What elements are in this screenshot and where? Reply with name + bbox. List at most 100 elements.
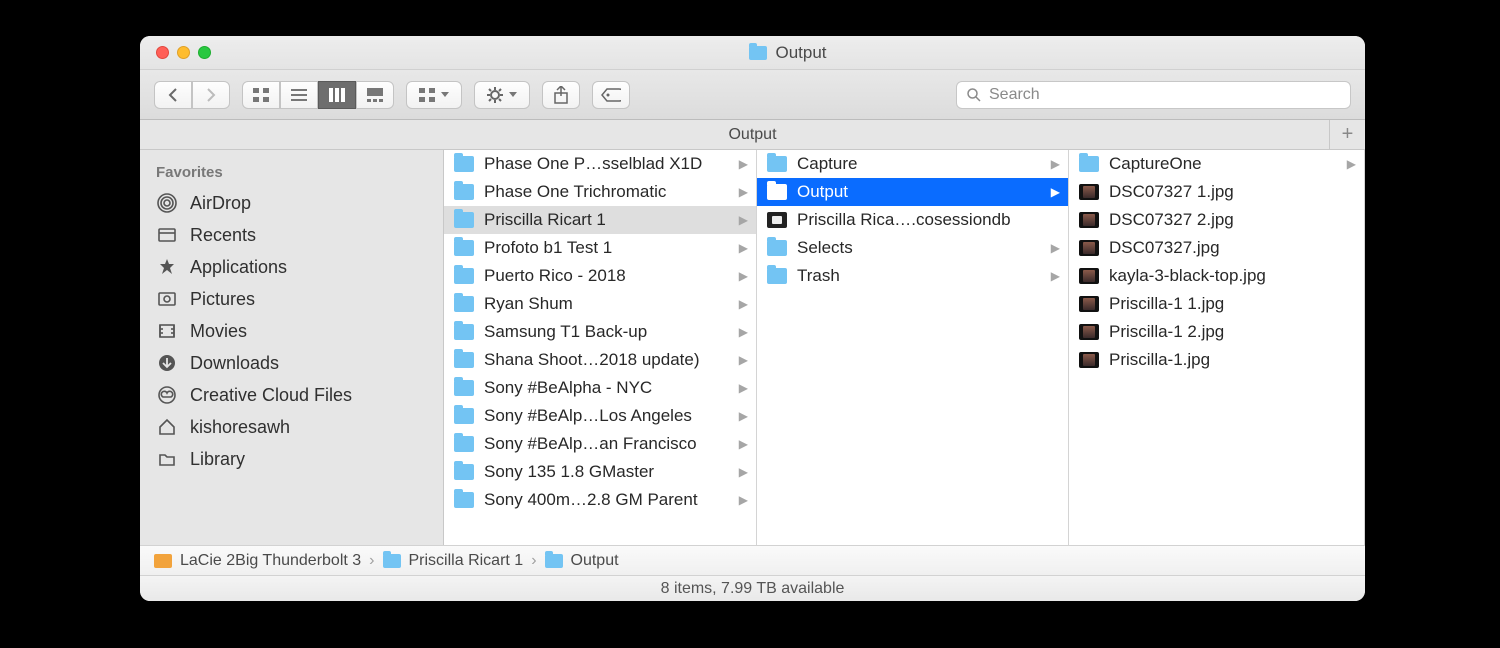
file-row[interactable]: DSC07327.jpg <box>1069 234 1364 262</box>
library-icon <box>156 448 178 470</box>
columns-icon <box>329 88 345 102</box>
image-icon <box>1079 212 1099 228</box>
folder-row[interactable]: Output▶ <box>757 178 1068 206</box>
airdrop-icon <box>156 192 178 214</box>
folder-row[interactable]: Sony 135 1.8 GMaster▶ <box>444 458 756 486</box>
folder-icon <box>454 492 474 508</box>
grid-icon <box>253 88 269 102</box>
action-button[interactable] <box>474 81 530 109</box>
folder-row[interactable]: Samsung T1 Back-up▶ <box>444 318 756 346</box>
tab-output[interactable]: Output <box>140 126 1365 144</box>
column-2[interactable]: Capture▶Output▶Priscilla Rica….cosession… <box>757 150 1069 545</box>
sidebar-item-label: Library <box>190 449 245 470</box>
file-row[interactable]: Priscilla-1.jpg <box>1069 346 1364 374</box>
drive-icon <box>154 554 172 568</box>
sidebar-item-library[interactable]: Library <box>140 443 443 475</box>
image-icon <box>1079 324 1099 340</box>
sidebar-item-pictures[interactable]: Pictures <box>140 283 443 315</box>
sidebar-item-airdrop[interactable]: AirDrop <box>140 187 443 219</box>
folder-icon <box>767 184 787 200</box>
image-icon <box>1079 240 1099 256</box>
folder-row[interactable]: Sony #BeAlpha - NYC▶ <box>444 374 756 402</box>
folder-icon <box>767 240 787 256</box>
chevron-right-icon: ▶ <box>739 353 748 367</box>
folder-row[interactable]: Ryan Shum▶ <box>444 290 756 318</box>
sidebar-item-applications[interactable]: Applications <box>140 251 443 283</box>
item-name: Capture <box>797 154 1041 174</box>
folder-row[interactable]: Priscilla Ricart 1▶ <box>444 206 756 234</box>
view-list-button[interactable] <box>280 81 318 109</box>
item-name: Puerto Rico - 2018 <box>484 266 729 286</box>
maximize-button[interactable] <box>198 46 211 59</box>
folder-row[interactable]: Sony #BeAlp…an Francisco▶ <box>444 430 756 458</box>
new-tab-button[interactable]: + <box>1329 120 1365 149</box>
item-name: Phase One Trichromatic <box>484 182 729 202</box>
window-title: Output <box>775 43 826 63</box>
toolbar: Search <box>140 70 1365 120</box>
minimize-button[interactable] <box>177 46 190 59</box>
list-icon <box>291 89 307 101</box>
file-row[interactable]: DSC07327 2.jpg <box>1069 206 1364 234</box>
path-segment[interactable]: Priscilla Ricart 1 <box>409 552 524 570</box>
path-segment[interactable]: LaCie 2Big Thunderbolt 3 <box>180 552 361 570</box>
folder-row[interactable]: Sony 400m…2.8 GM Parent▶ <box>444 486 756 514</box>
item-name: DSC07327 2.jpg <box>1109 210 1356 230</box>
item-name: kayla-3-black-top.jpg <box>1109 266 1356 286</box>
path-separator: › <box>369 552 374 570</box>
sidebar-item-label: Downloads <box>190 353 279 374</box>
item-name: Shana Shoot…2018 update) <box>484 350 729 370</box>
view-gallery-button[interactable] <box>356 81 394 109</box>
file-row[interactable]: Priscilla Rica….cosessiondb <box>757 206 1068 234</box>
chevron-down-icon <box>509 92 517 98</box>
item-name: Output <box>797 182 1041 202</box>
search-icon <box>967 88 981 102</box>
sidebar-item-creative-cloud[interactable]: Creative Cloud Files <box>140 379 443 411</box>
file-row[interactable]: kayla-3-black-top.jpg <box>1069 262 1364 290</box>
tags-button[interactable] <box>592 81 630 109</box>
chevron-right-icon: ▶ <box>739 269 748 283</box>
back-button[interactable] <box>154 81 192 109</box>
item-name: Sony 135 1.8 GMaster <box>484 462 729 482</box>
file-row[interactable]: Priscilla-1 1.jpg <box>1069 290 1364 318</box>
sidebar-item-movies[interactable]: Movies <box>140 315 443 347</box>
file-row[interactable]: DSC07327 1.jpg <box>1069 178 1364 206</box>
downloads-icon <box>156 352 178 374</box>
chevron-right-icon: ▶ <box>739 381 748 395</box>
file-row[interactable]: Priscilla-1 2.jpg <box>1069 318 1364 346</box>
folder-icon <box>454 184 474 200</box>
folder-row[interactable]: Sony #BeAlp…Los Angeles▶ <box>444 402 756 430</box>
column-1[interactable]: Phase One P…sselblad X1D▶Phase One Trich… <box>444 150 757 545</box>
column-3[interactable]: CaptureOne▶DSC07327 1.jpg DSC07327 2.jpg D… <box>1069 150 1365 545</box>
sidebar-item-recents[interactable]: Recents <box>140 219 443 251</box>
forward-button[interactable] <box>192 81 230 109</box>
status-bar: 8 items, 7.99 TB available <box>140 575 1365 601</box>
sidebar-item-label: Applications <box>190 257 287 278</box>
share-button[interactable] <box>542 81 580 109</box>
chevron-right-icon: ▶ <box>1347 157 1356 171</box>
folder-row[interactable]: CaptureOne▶ <box>1069 150 1364 178</box>
close-button[interactable] <box>156 46 169 59</box>
arrange-button[interactable] <box>406 81 462 109</box>
folder-row[interactable]: Capture▶ <box>757 150 1068 178</box>
folder-icon <box>767 268 787 284</box>
item-name: Samsung T1 Back-up <box>484 322 729 342</box>
folder-row[interactable]: Shana Shoot…2018 update) ▶ <box>444 346 756 374</box>
folder-icon <box>454 156 474 172</box>
search-input[interactable]: Search <box>956 81 1351 109</box>
item-name: Priscilla Ricart 1 <box>484 210 729 230</box>
sidebar-item-downloads[interactable]: Downloads <box>140 347 443 379</box>
folder-row[interactable]: Puerto Rico - 2018 ▶ <box>444 262 756 290</box>
view-column-button[interactable] <box>318 81 356 109</box>
status-text: 8 items, 7.99 TB available <box>661 580 845 598</box>
folder-row[interactable]: Phase One Trichromatic▶ <box>444 178 756 206</box>
folder-row[interactable]: Profoto b1 Test 1▶ <box>444 234 756 262</box>
folder-row[interactable]: Trash▶ <box>757 262 1068 290</box>
sidebar-item-home[interactable]: kishoresawh <box>140 411 443 443</box>
chevron-right-icon: ▶ <box>739 437 748 451</box>
item-name: Profoto b1 Test 1 <box>484 238 729 258</box>
folder-row[interactable]: Phase One P…sselblad X1D▶ <box>444 150 756 178</box>
search-placeholder: Search <box>989 86 1040 104</box>
folder-row[interactable]: Selects▶ <box>757 234 1068 262</box>
view-icon-button[interactable] <box>242 81 280 109</box>
path-segment[interactable]: Output <box>571 552 619 570</box>
